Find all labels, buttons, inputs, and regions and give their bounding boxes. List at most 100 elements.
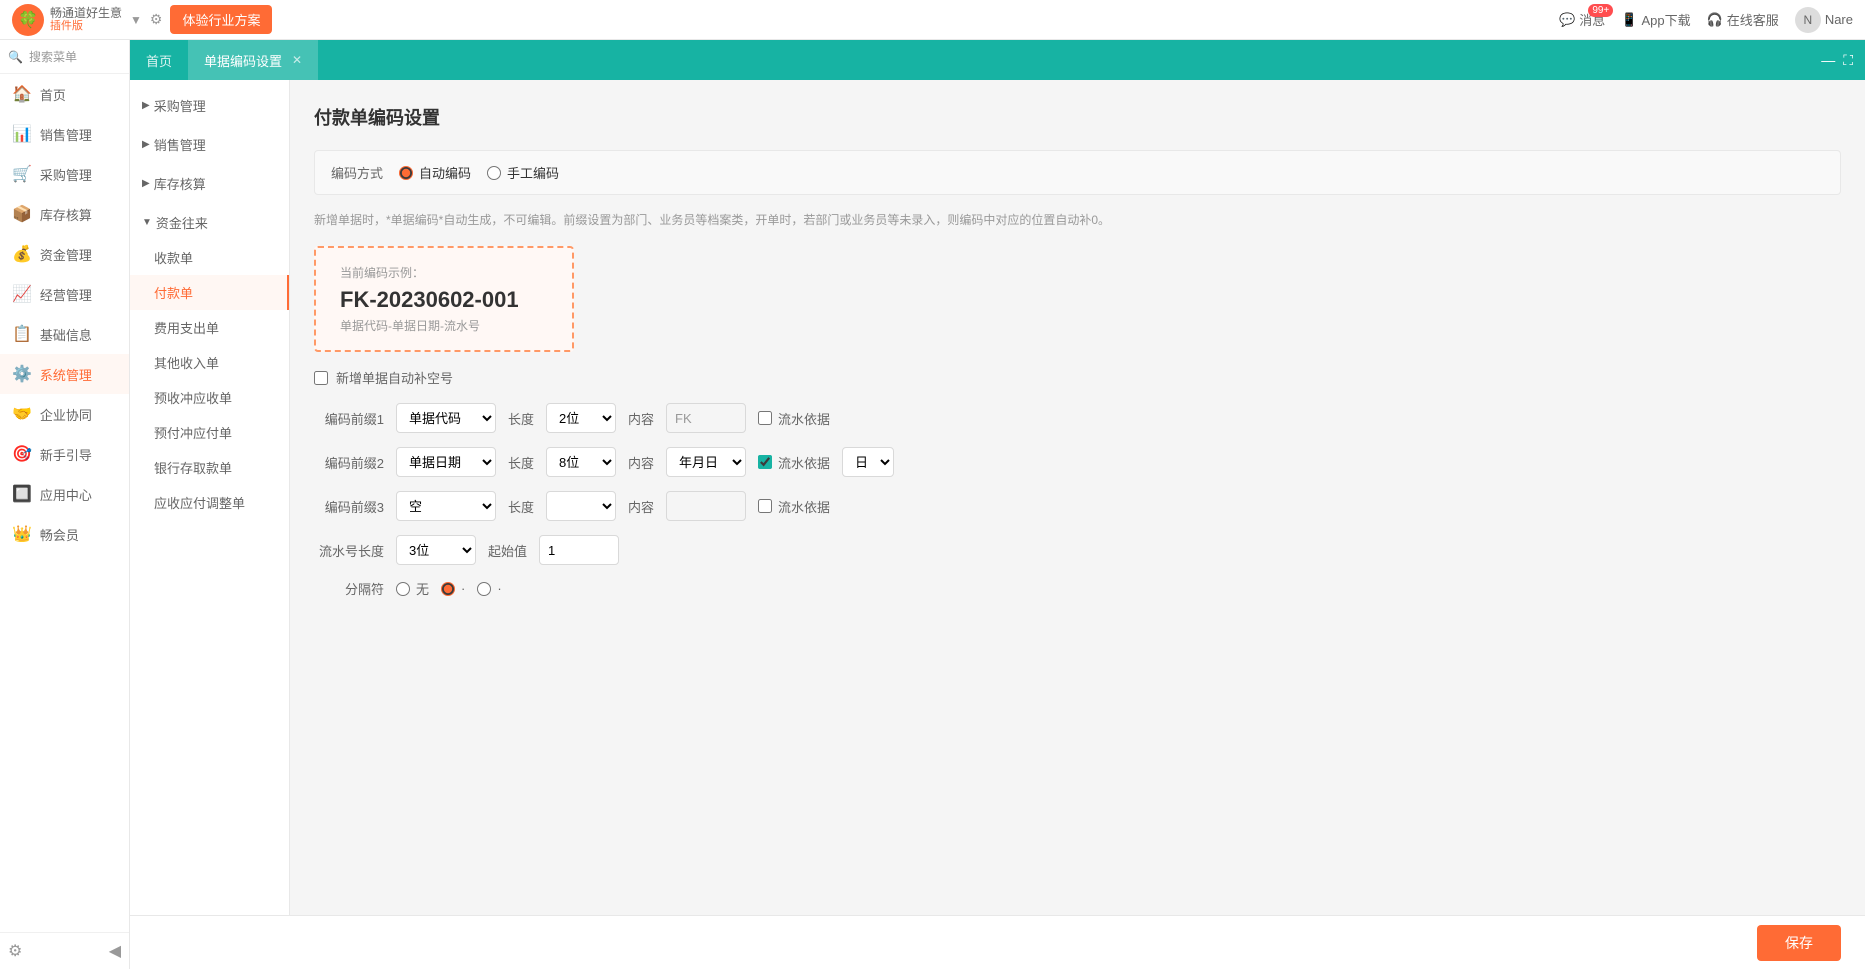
operations-icon: 📈 [12, 284, 32, 304]
apps-icon: 🔲 [12, 484, 32, 504]
member-icon: 👑 [12, 524, 32, 544]
prefix2-row: 编码前缀2 单据日期 长度 8位 内容 年月日 流水依据 [314, 447, 1841, 477]
sidebar-item-member[interactable]: 👑 畅会员 [0, 514, 129, 554]
sub-sidebar-group-fund: ▼ 资金往来 收款单 付款单 费用支出单 其他收入单 预收冲应收单 预付冲应付单… [130, 205, 289, 520]
prefix2-content-label: 内容 [628, 453, 654, 472]
logo: 🍀 畅通道好生意 插件版 [12, 4, 122, 36]
sales-icon: 📊 [12, 124, 32, 144]
search-icon: 🔍 [8, 50, 23, 64]
form-area: 付款单编码设置 编码方式 自动编码 手工编码 [290, 80, 1865, 915]
experience-button[interactable]: 体验行业方案 [170, 5, 272, 34]
sidebar: 🔍 搜索菜单 🏠 首页 📊 销售管理 🛒 采购管理 📦 库存核算 💰 资金管理 … [0, 40, 130, 969]
sub-sidebar-item-bank[interactable]: 银行存取款单 [130, 450, 289, 485]
prefix3-stream-checkbox[interactable]: 流水依据 [758, 497, 830, 516]
prefix1-content-input[interactable] [666, 403, 746, 433]
serial-length-select[interactable]: 3位 [396, 535, 476, 565]
sub-sidebar-purchase-title[interactable]: ▶ 采购管理 [130, 88, 289, 123]
sub-sidebar-item-pre-receipt[interactable]: 预收冲应收单 [130, 380, 289, 415]
code-preview-label: 当前编码示例： [340, 264, 548, 281]
sub-sidebar-fund-title[interactable]: ▼ 资金往来 [130, 205, 289, 240]
message-badge: 99+ [1588, 4, 1613, 17]
chevron-right-icon-stock: ▶ [142, 178, 150, 189]
sidebar-item-sales[interactable]: 📊 销售管理 [0, 114, 129, 154]
sidebar-item-operations[interactable]: 📈 经营管理 [0, 274, 129, 314]
sidebar-item-guide[interactable]: 🎯 新手引导 [0, 434, 129, 474]
start-value-input[interactable] [539, 535, 619, 565]
separator-dot-radio[interactable]: · [441, 581, 465, 596]
serial-label: 流水号长度 [314, 541, 384, 560]
dropdown-arrow-icon[interactable]: ▼ [130, 13, 142, 27]
auto-code-radio[interactable]: 自动编码 [399, 163, 471, 182]
prefix2-length-select[interactable]: 8位 [546, 447, 616, 477]
sidebar-search[interactable]: 🔍 搜索菜单 [0, 40, 129, 74]
sidebar-item-finance[interactable]: 💰 资金管理 [0, 234, 129, 274]
online-service-button[interactable]: 🎧 在线客服 [1707, 10, 1779, 29]
tab-home[interactable]: 首页 [130, 40, 188, 80]
user-avatar[interactable]: N Nare [1795, 7, 1853, 33]
prefix2-stream-unit-select[interactable]: 日 [842, 447, 894, 477]
prefix2-select[interactable]: 单据日期 [396, 447, 496, 477]
prefix1-stream-checkbox[interactable]: 流水依据 [758, 409, 830, 428]
sub-sidebar-item-receipt[interactable]: 收款单 [130, 240, 289, 275]
sub-sidebar-item-expense[interactable]: 费用支出单 [130, 310, 289, 345]
prefix3-select[interactable]: 空 [396, 491, 496, 521]
tab-code-settings[interactable]: 单据编码设置 ✕ [188, 40, 318, 80]
collapse-sidebar-icon[interactable]: ◀ [109, 941, 121, 961]
sidebar-item-home[interactable]: 🏠 首页 [0, 74, 129, 114]
sub-sidebar-sales-title[interactable]: ▶ 销售管理 [130, 127, 289, 162]
purchase-icon: 🛒 [12, 164, 32, 184]
code-method-radio-group: 自动编码 手工编码 [399, 163, 559, 182]
auto-fill-checkbox[interactable] [314, 371, 328, 385]
sub-sidebar-item-income[interactable]: 其他收入单 [130, 345, 289, 380]
sub-sidebar-item-payment[interactable]: 付款单 [130, 275, 289, 310]
message-button[interactable]: 💬 消息 99+ [1559, 10, 1605, 29]
prefix3-content-input[interactable] [666, 491, 746, 521]
auto-fill-label: 新增单据自动补空号 [336, 368, 453, 387]
page-title: 付款单编码设置 [314, 104, 1841, 130]
sidebar-item-system[interactable]: ⚙️ 系统管理 [0, 354, 129, 394]
sub-sidebar-stock-title[interactable]: ▶ 库存核算 [130, 166, 289, 201]
save-button[interactable]: 保存 [1757, 925, 1841, 961]
headset-icon: 🎧 [1707, 12, 1723, 28]
chevron-down-icon-fund: ▼ [142, 217, 152, 228]
prefix1-select[interactable]: 单据代码 [396, 403, 496, 433]
code-preview-box: 当前编码示例： FK-20230602-001 单据代码-单据日期-流水号 [314, 246, 574, 352]
prefix1-length-select[interactable]: 2位 [546, 403, 616, 433]
prefix1-content-label: 内容 [628, 409, 654, 428]
tab-minimize-icon[interactable]: — [1821, 52, 1835, 68]
auto-fill-row: 新增单据自动补空号 [314, 368, 1841, 387]
prefix3-label: 编码前缀3 [314, 497, 384, 516]
sidebar-item-purchase[interactable]: 🛒 采购管理 [0, 154, 129, 194]
separator-dash-radio[interactable]: · [477, 581, 501, 596]
settings-footer-icon[interactable]: ⚙ [8, 941, 22, 961]
phone-icon: 📱 [1621, 12, 1637, 28]
manual-code-radio[interactable]: 手工编码 [487, 163, 559, 182]
code-preview-value: FK-20230602-001 [340, 287, 548, 313]
prefix2-length-label: 长度 [508, 453, 534, 472]
sub-sidebar-item-pre-payment[interactable]: 预付冲应付单 [130, 415, 289, 450]
sidebar-item-basic-info[interactable]: 📋 基础信息 [0, 314, 129, 354]
tab-maximize-icon[interactable]: ⛶ [1843, 52, 1853, 69]
tab-close-icon[interactable]: ✕ [292, 53, 302, 67]
finance-icon: 💰 [12, 244, 32, 264]
settings-gear-icon[interactable]: ⚙ [150, 11, 163, 28]
sidebar-item-enterprise[interactable]: 🤝 企业协同 [0, 394, 129, 434]
app-download-button[interactable]: 📱 App下载 [1621, 10, 1690, 29]
prefix3-content-label: 内容 [628, 497, 654, 516]
prefix2-stream-checkbox[interactable]: 流水依据 [758, 453, 830, 472]
code-method-label: 编码方式 [331, 163, 383, 182]
separator-row: 分隔符 无 · · [314, 579, 1841, 598]
sidebar-item-apps[interactable]: 🔲 应用中心 [0, 474, 129, 514]
prefix3-length-select[interactable] [546, 491, 616, 521]
logo-icon: 🍀 [12, 4, 44, 36]
home-icon: 🏠 [12, 84, 32, 104]
separator-none-radio[interactable]: 无 [396, 579, 429, 598]
prefix3-length-label: 长度 [508, 497, 534, 516]
prefix1-label: 编码前缀1 [314, 409, 384, 428]
sub-sidebar-item-adjust[interactable]: 应收应付调整单 [130, 485, 289, 520]
guide-icon: 🎯 [12, 444, 32, 464]
prefix2-content-select[interactable]: 年月日 [666, 447, 746, 477]
sidebar-item-inventory[interactable]: 📦 库存核算 [0, 194, 129, 234]
system-icon: ⚙️ [12, 364, 32, 384]
prefix1-length-label: 长度 [508, 409, 534, 428]
